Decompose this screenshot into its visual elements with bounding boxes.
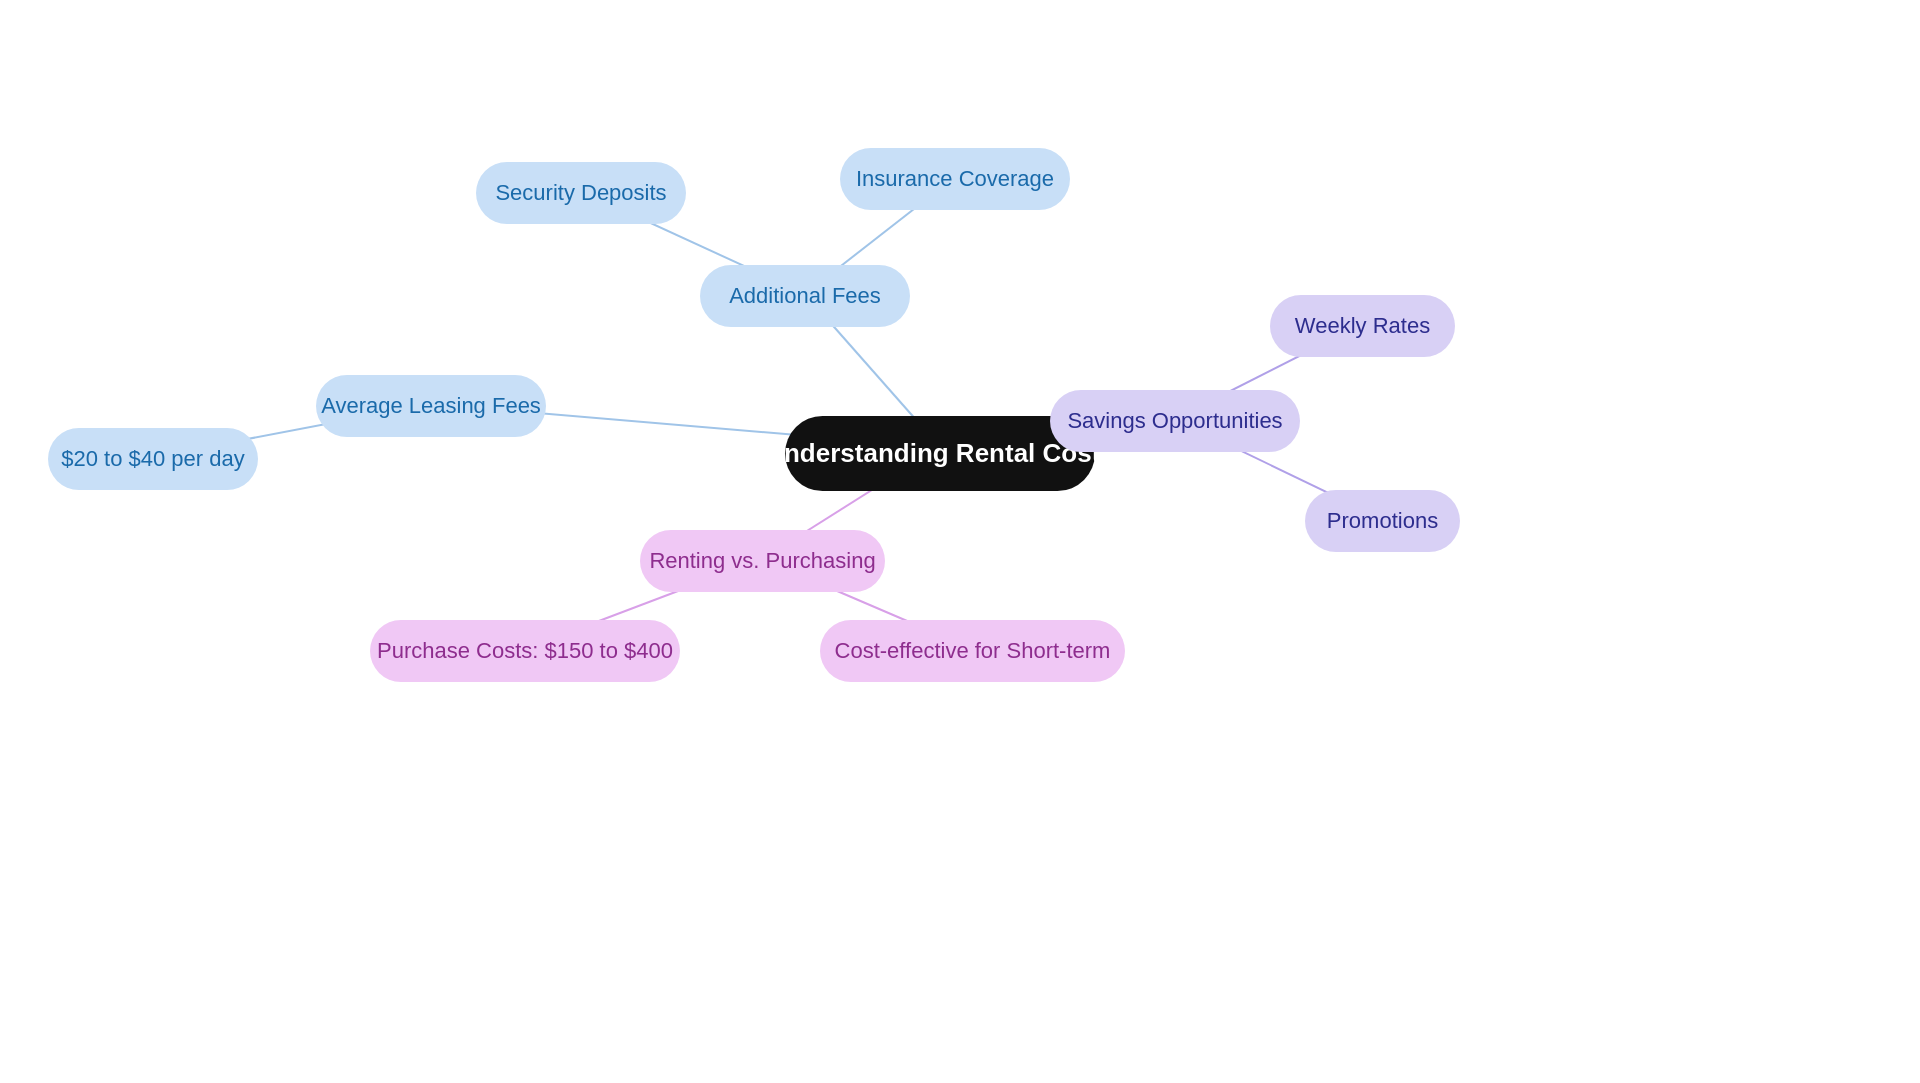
node-price_per_day[interactable]: $20 to $40 per day [48,428,258,490]
node-additional_fees[interactable]: Additional Fees [700,265,910,327]
node-insurance_coverage[interactable]: Insurance Coverage [840,148,1070,210]
node-renting_vs_purchasing[interactable]: Renting vs. Purchasing [640,530,885,592]
node-purchase_costs[interactable]: Purchase Costs: $150 to $400 [370,620,680,682]
node-promotions[interactable]: Promotions [1305,490,1460,552]
node-center[interactable]: Understanding Rental Costs [785,416,1095,491]
node-savings_opportunities[interactable]: Savings Opportunities [1050,390,1300,452]
node-security_deposits[interactable]: Security Deposits [476,162,686,224]
node-cost_effective[interactable]: Cost-effective for Short-term [820,620,1125,682]
node-weekly_rates[interactable]: Weekly Rates [1270,295,1455,357]
node-average_leasing_fees[interactable]: Average Leasing Fees [316,375,546,437]
mind-map-container: Understanding Rental Costs Additional Fee… [0,0,1920,1083]
